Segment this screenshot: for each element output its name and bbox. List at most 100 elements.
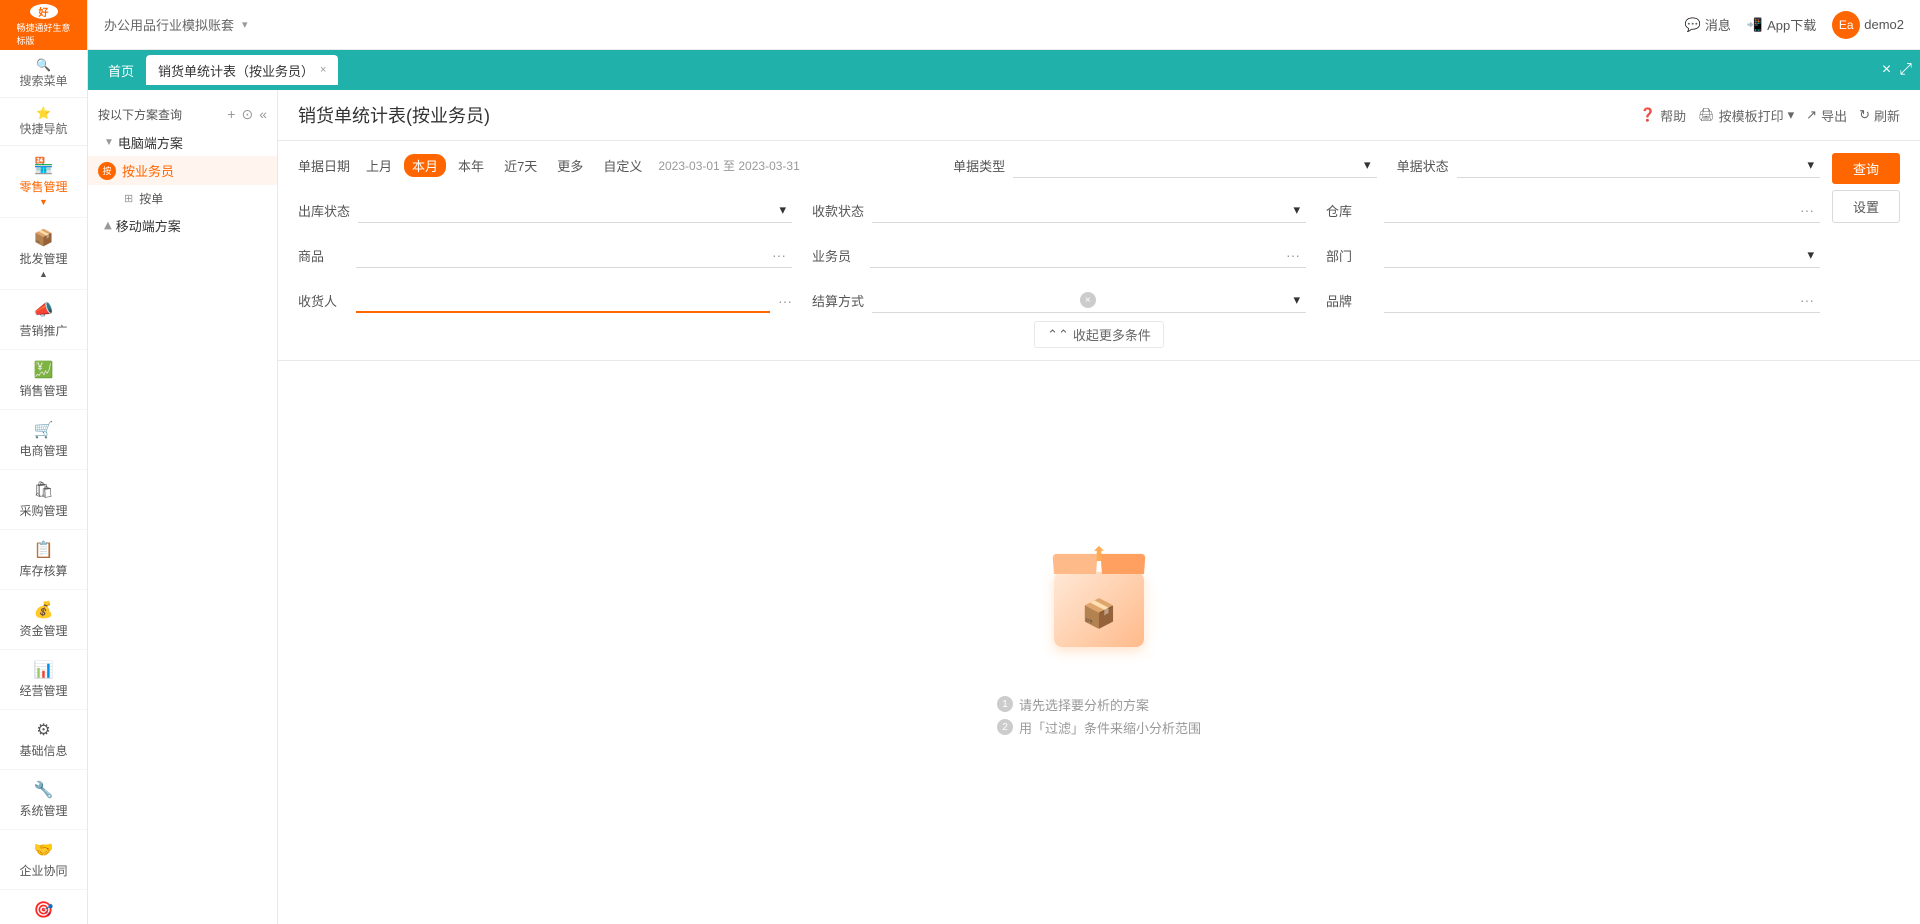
- message-btn[interactable]: 💬 消息: [1685, 15, 1731, 34]
- tab-minimize-btn[interactable]: ×: [1882, 61, 1891, 79]
- date-filter: 上月 本月 本年 近7天 更多 自定义 2023-03-01 至 2023-03…: [358, 154, 933, 177]
- filter-container: 单据日期 上月 本月 本年 近7天 更多 自定义 2023-03-01 至 20…: [278, 141, 1920, 361]
- doctype-select[interactable]: ▾: [1013, 153, 1376, 178]
- paymentstatus-arrow-icon: ▾: [1293, 202, 1300, 218]
- date-7days-btn[interactable]: 近7天: [496, 154, 545, 177]
- panel-settings-icon[interactable]: ⊙: [241, 106, 253, 123]
- sidebar-quick-nav-item[interactable]: ⭐ 快捷导航: [0, 98, 87, 146]
- print-btn[interactable]: 🖨 按模板打印 ▾: [1698, 106, 1794, 125]
- tree-node-computer[interactable]: ▼ 电脑端方案: [88, 129, 277, 156]
- brand-dots-icon[interactable]: ···: [1800, 292, 1814, 308]
- salesperson-select[interactable]: ···: [870, 243, 1306, 268]
- filter-department-item: 部门 ▾: [1326, 243, 1820, 268]
- doctype-label: 单据类型: [953, 156, 1005, 175]
- date-current-month-btn[interactable]: 本月: [404, 154, 446, 177]
- settlement-select[interactable]: × ▾: [872, 288, 1306, 313]
- nav-dropdown-icon[interactable]: ▾: [242, 18, 248, 31]
- goods-select[interactable]: ···: [356, 243, 792, 268]
- date-custom-btn[interactable]: 自定义: [595, 154, 650, 177]
- outstatus-select[interactable]: ▾: [358, 198, 792, 223]
- goods-label: 商品: [298, 246, 348, 265]
- tree-expand-arrow: ▼: [104, 137, 114, 148]
- export-btn[interactable]: ↗ 导出: [1806, 106, 1847, 125]
- sidebar-item-ecommerce[interactable]: 🛒 电商管理: [0, 410, 87, 470]
- panel-collapse-icon[interactable]: «: [259, 106, 267, 123]
- filter-goods-item: 商品 ···: [298, 243, 792, 268]
- main-area: 办公用品行业模拟账套 ▾ 💬 消息 📲 App下载 Ea demo2 首页: [88, 0, 1920, 924]
- collapse-button[interactable]: ⌃⌃ 收起更多条件: [1034, 321, 1164, 348]
- app-download-btn[interactable]: 📲 App下载: [1747, 15, 1816, 34]
- operations-icon: 📊: [34, 660, 54, 680]
- page-actions: ❓ 帮助 🖨 按模板打印 ▾ ↗ 导出 ↻ 刷新: [1640, 106, 1900, 137]
- filter-warehouse-item: 仓库 ···: [1326, 198, 1820, 223]
- tab-home[interactable]: 首页: [96, 55, 146, 85]
- sidebar-item-finance[interactable]: 💰 资金管理: [0, 590, 87, 650]
- sidebar-search-item[interactable]: 🔍 搜索菜单: [0, 50, 87, 98]
- system-icon: 🔧: [34, 780, 54, 800]
- help-btn[interactable]: ❓ 帮助: [1640, 106, 1686, 125]
- user-avatar-area[interactable]: Ea demo2: [1832, 11, 1904, 39]
- panel-header: 按以下方案查询 + ⊙ «: [88, 100, 277, 129]
- filter-paymentstatus-item: 收款状态 ▾: [812, 198, 1306, 223]
- message-icon: 💬: [1685, 17, 1701, 33]
- left-panel: 按以下方案查询 + ⊙ « ▼ 电脑端方案 按 按业务员 ⊞ 按单: [88, 90, 278, 924]
- sidebar-item-inventory[interactable]: 📋 库存核算: [0, 530, 87, 590]
- docstatus-select[interactable]: ▾: [1457, 153, 1820, 178]
- filter-brand-item: 品牌 ···: [1326, 288, 1820, 313]
- tab-bar: 首页 销货单统计表（按业务员） × × ⤢: [88, 50, 1920, 90]
- sidebar-item-newbie[interactable]: 🎯 新手引导: [0, 890, 87, 924]
- date-range-display: 2023-03-01 至 2023-03-31: [658, 157, 799, 174]
- sidebar-item-enterprise[interactable]: 🤝 企业协同: [0, 830, 87, 890]
- receiver-dots-icon[interactable]: ···: [778, 293, 792, 309]
- export-icon: ↗: [1806, 107, 1817, 123]
- collapse-bar: ⌃⌃ 收起更多条件: [298, 321, 1900, 348]
- outstatus-arrow-icon: ▾: [779, 202, 786, 218]
- date-prev-month-btn[interactable]: 上月: [358, 154, 400, 177]
- warehouse-dots-icon[interactable]: ···: [1800, 202, 1814, 218]
- filter-outstatus-item: 出库状态 ▾: [298, 198, 792, 223]
- sidebar-item-operations[interactable]: 📊 经营管理: [0, 650, 87, 710]
- filter-row-2: 出库状态 ▾ 收款状态 ▾: [298, 198, 1820, 223]
- tree-item-salesperson[interactable]: 按 按业务员: [88, 156, 277, 185]
- query-button[interactable]: 查询: [1832, 153, 1900, 184]
- settlement-label: 结算方式: [812, 291, 864, 310]
- paymentstatus-select[interactable]: ▾: [872, 198, 1306, 223]
- doctype-arrow-icon: ▾: [1364, 157, 1371, 173]
- print-dropdown-icon[interactable]: ▾: [1788, 107, 1795, 123]
- sidebar-item-marketing[interactable]: 📣 营销推广: [0, 290, 87, 350]
- department-select[interactable]: ▾: [1384, 243, 1820, 268]
- settings-button[interactable]: 设置: [1832, 190, 1900, 223]
- sidebar-item-sales[interactable]: 💹 销售管理: [0, 350, 87, 410]
- brand-select[interactable]: ···: [1384, 288, 1820, 313]
- tab-close-btn[interactable]: ×: [320, 64, 326, 76]
- filter-buttons: 查询 设置: [1832, 153, 1900, 223]
- salesperson-dots-icon[interactable]: ···: [1286, 247, 1300, 263]
- refresh-btn[interactable]: ↻ 刷新: [1859, 106, 1900, 125]
- salesperson-label: 业务员: [812, 246, 862, 265]
- top-bar-right: 💬 消息 📲 App下载 Ea demo2: [1685, 11, 1904, 39]
- paymentstatus-label: 收款状态: [812, 201, 864, 220]
- sidebar-item-retail[interactable]: 🏪 零售管理 ▼: [0, 146, 87, 218]
- warehouse-select[interactable]: ···: [1384, 198, 1820, 223]
- basic-icon: ⚙: [36, 720, 50, 740]
- goods-dots-icon[interactable]: ···: [772, 247, 786, 263]
- nav-title-area: 办公用品行业模拟账套 ▾: [104, 15, 248, 34]
- settlement-clear-btn[interactable]: ×: [1080, 292, 1096, 308]
- panel-add-icon[interactable]: +: [227, 106, 235, 123]
- date-year-btn[interactable]: 本年: [450, 154, 492, 177]
- tab-maximize-btn[interactable]: ⤢: [1899, 61, 1912, 79]
- sidebar-item-basic[interactable]: ⚙ 基础信息: [0, 710, 87, 770]
- date-more-btn[interactable]: 更多: [549, 154, 591, 177]
- empty-steps: 1 请先选择要分析的方案 2 用「过滤」条件来缩小分析范围: [997, 691, 1201, 741]
- box-arrow-icon: ⬆: [1091, 542, 1108, 567]
- tree-node-mobile[interactable]: ▶ 移动端方案: [88, 212, 277, 239]
- order-prefix-icon: ⊞: [124, 192, 133, 205]
- tree-item-order[interactable]: ⊞ 按单: [88, 185, 277, 212]
- sidebar-item-wholesale[interactable]: 📦 批发管理 ▲: [0, 218, 87, 290]
- receiver-input[interactable]: [356, 288, 770, 313]
- sidebar-item-purchase[interactable]: 🛍 采购管理: [0, 470, 87, 530]
- filter-fields: 单据日期 上月 本月 本年 近7天 更多 自定义 2023-03-01 至 20…: [298, 153, 1820, 313]
- sidebar-item-system[interactable]: 🔧 系统管理: [0, 770, 87, 830]
- tab-active[interactable]: 销货单统计表（按业务员） ×: [146, 55, 338, 85]
- print-icon: 🖨: [1698, 107, 1715, 123]
